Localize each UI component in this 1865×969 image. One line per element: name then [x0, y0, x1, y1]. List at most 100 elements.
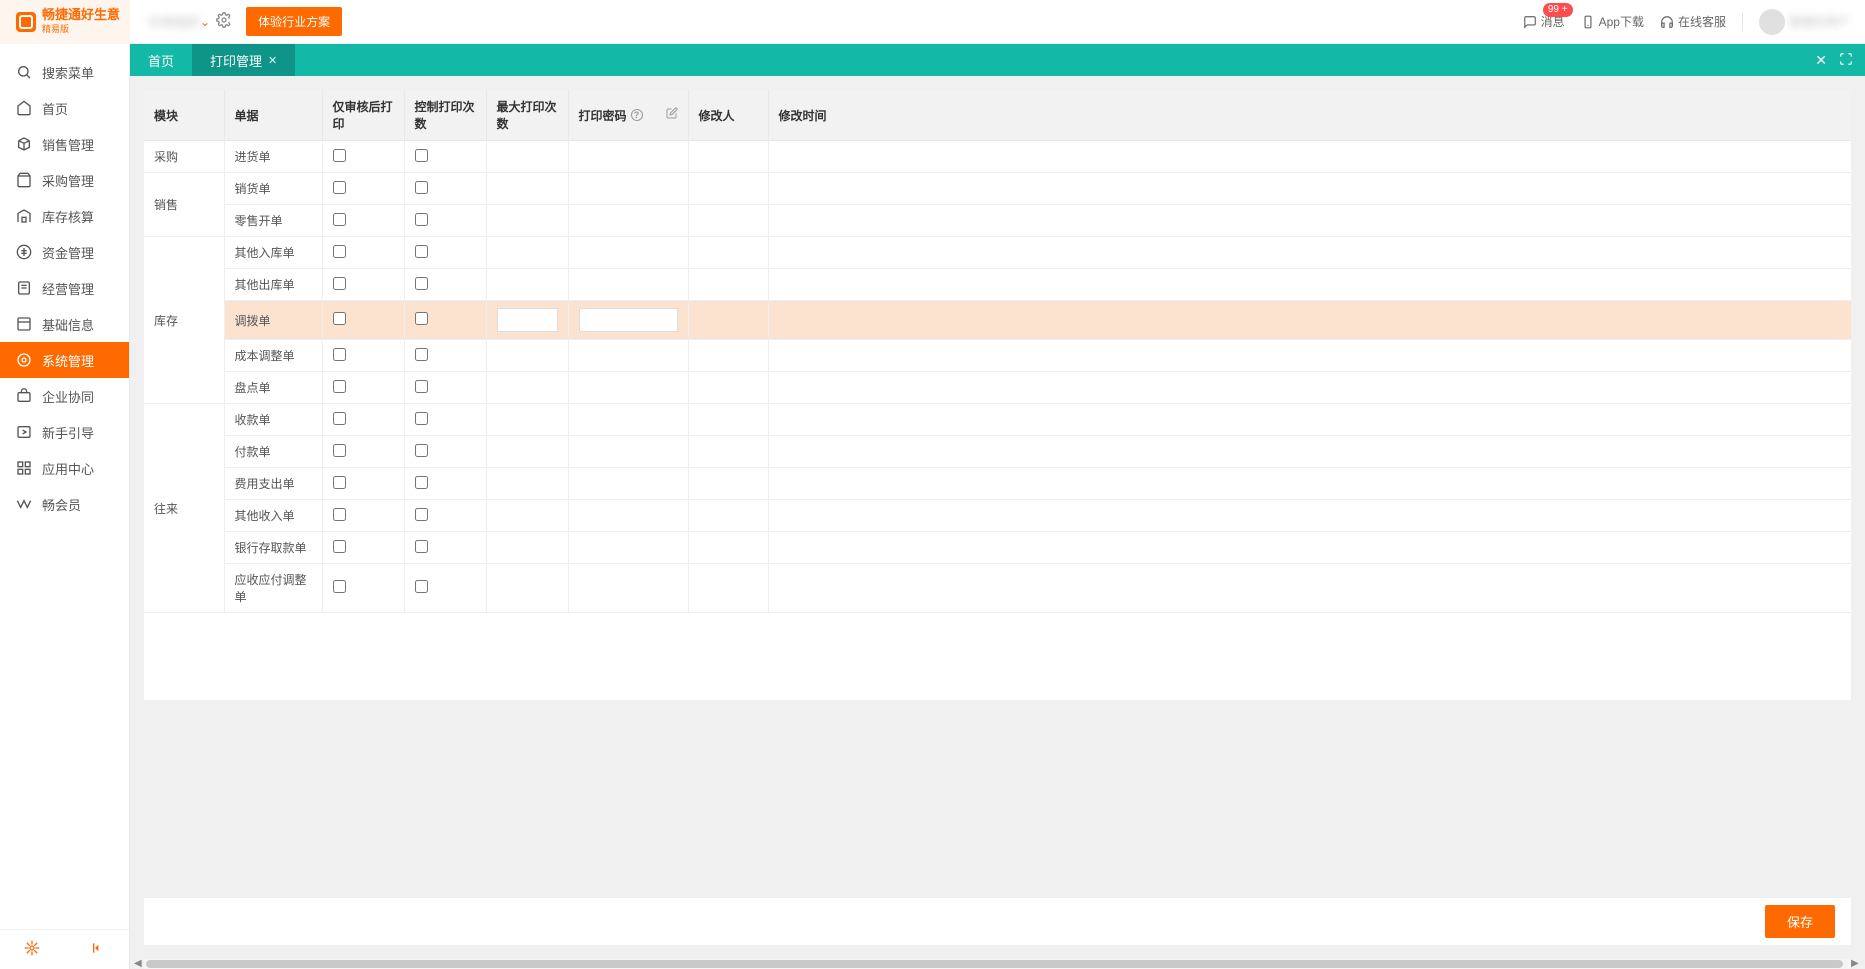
- scroll-right-icon[interactable]: ▶: [1851, 958, 1861, 969]
- control-checkbox[interactable]: [415, 540, 428, 553]
- org-selector[interactable]: 示例组织: [148, 12, 200, 31]
- tab-首页[interactable]: 首页: [130, 44, 192, 76]
- pwd-cell: [568, 237, 688, 269]
- table-row[interactable]: 调拨单: [144, 301, 1851, 340]
- sidebar: 搜索菜单首页销售管理采购管理库存核算资金管理经营管理基础信息系统管理企业协同新手…: [0, 44, 130, 969]
- tab-close-icon[interactable]: ✕: [268, 54, 277, 67]
- control-checkbox[interactable]: [415, 412, 428, 425]
- logo[interactable]: 畅捷通好生意 精易版: [0, 0, 130, 44]
- sidebar-footer: [0, 929, 129, 969]
- audit-cell: [322, 237, 404, 269]
- close-all-tabs-icon[interactable]: ✕: [1815, 52, 1827, 69]
- audit-checkbox[interactable]: [333, 245, 346, 258]
- audit-checkbox[interactable]: [333, 580, 346, 593]
- doc-cell: 银行存取款单: [224, 532, 322, 564]
- sidebar-item-search[interactable]: 搜索菜单: [0, 54, 129, 90]
- sidebar-item-member[interactable]: 畅会员: [0, 486, 129, 522]
- control-checkbox[interactable]: [415, 245, 428, 258]
- control-checkbox[interactable]: [415, 348, 428, 361]
- audit-checkbox[interactable]: [333, 277, 346, 290]
- collapse-icon[interactable]: [89, 940, 105, 959]
- doc-cell: 其他出库单: [224, 269, 322, 301]
- online-service-button[interactable]: 在线客服: [1660, 13, 1726, 30]
- control-checkbox[interactable]: [415, 476, 428, 489]
- audit-checkbox[interactable]: [333, 476, 346, 489]
- table-row[interactable]: 其他出库单: [144, 269, 1851, 301]
- industry-plan-button[interactable]: 体验行业方案: [246, 7, 342, 36]
- sidebar-item-basic[interactable]: 基础信息: [0, 306, 129, 342]
- sidebar-item-sales[interactable]: 销售管理: [0, 126, 129, 162]
- pwd-cell: [568, 141, 688, 173]
- control-checkbox[interactable]: [415, 277, 428, 290]
- control-checkbox[interactable]: [415, 508, 428, 521]
- control-checkbox[interactable]: [415, 444, 428, 457]
- table-row[interactable]: 采购进货单: [144, 141, 1851, 173]
- control-checkbox[interactable]: [415, 380, 428, 393]
- audit-checkbox[interactable]: [333, 181, 346, 194]
- audit-cell: [322, 404, 404, 436]
- table-row[interactable]: 成本调整单: [144, 340, 1851, 372]
- audit-checkbox[interactable]: [333, 540, 346, 553]
- table-row[interactable]: 付款单: [144, 436, 1851, 468]
- sidebar-item-home[interactable]: 首页: [0, 90, 129, 126]
- sidebar-item-apps[interactable]: 应用中心: [0, 450, 129, 486]
- control-cell: [404, 340, 486, 372]
- audit-checkbox[interactable]: [333, 348, 346, 361]
- control-cell: [404, 141, 486, 173]
- settings-icon[interactable]: [24, 940, 40, 959]
- scroll-left-icon[interactable]: ◀: [134, 958, 144, 969]
- max-cell: [486, 500, 568, 532]
- audit-checkbox[interactable]: [333, 149, 346, 162]
- sidebar-item-funds[interactable]: 资金管理: [0, 234, 129, 270]
- table-row[interactable]: 费用支出单: [144, 468, 1851, 500]
- help-icon[interactable]: ?: [631, 109, 643, 121]
- table-row[interactable]: 库存其他入库单: [144, 237, 1851, 269]
- user-menu[interactable]: 管理员用户: [1759, 9, 1849, 35]
- control-checkbox[interactable]: [415, 149, 428, 162]
- table-row[interactable]: 其他收入单: [144, 500, 1851, 532]
- sidebar-item-purchase[interactable]: 采购管理: [0, 162, 129, 198]
- chat-icon: [1523, 15, 1537, 29]
- chevron-down-icon[interactable]: ⌄: [200, 15, 210, 29]
- messages-button[interactable]: 消息 99 +: [1523, 13, 1565, 30]
- th-audit: 仅审核后打印: [322, 90, 404, 141]
- table-row[interactable]: 零售开单: [144, 205, 1851, 237]
- max-cell: [486, 301, 568, 340]
- table-row[interactable]: 往来收款单: [144, 404, 1851, 436]
- sidebar-item-coop[interactable]: 企业协同: [0, 378, 129, 414]
- mod-time-cell: [768, 205, 1851, 237]
- table-row[interactable]: 银行存取款单: [144, 532, 1851, 564]
- control-checkbox[interactable]: [415, 213, 428, 226]
- sidebar-item-stock[interactable]: 库存核算: [0, 198, 129, 234]
- audit-checkbox[interactable]: [333, 444, 346, 457]
- audit-checkbox[interactable]: [333, 312, 346, 325]
- sidebar-item-guide[interactable]: 新手引导: [0, 414, 129, 450]
- save-button[interactable]: 保存: [1765, 905, 1835, 938]
- tab-打印管理[interactable]: 打印管理✕: [192, 44, 295, 76]
- control-checkbox[interactable]: [415, 312, 428, 325]
- control-checkbox[interactable]: [415, 181, 428, 194]
- audit-checkbox[interactable]: [333, 213, 346, 226]
- control-cell: [404, 301, 486, 340]
- sidebar-item-business[interactable]: 经营管理: [0, 270, 129, 306]
- table-row[interactable]: 应收应付调整单: [144, 564, 1851, 613]
- control-cell: [404, 468, 486, 500]
- edit-icon[interactable]: [666, 107, 678, 122]
- horizontal-scrollbar[interactable]: ◀ ▶: [144, 959, 1851, 969]
- modifier-cell: [688, 269, 768, 301]
- modifier-cell: [688, 532, 768, 564]
- password-input[interactable]: [579, 308, 678, 332]
- sidebar-item-system[interactable]: 系统管理: [0, 342, 129, 378]
- control-checkbox[interactable]: [415, 580, 428, 593]
- fullscreen-icon[interactable]: [1839, 52, 1853, 69]
- gear-icon[interactable]: [216, 12, 232, 31]
- audit-checkbox[interactable]: [333, 380, 346, 393]
- max-count-input[interactable]: [497, 308, 558, 332]
- modifier-cell: [688, 301, 768, 340]
- table-row[interactable]: 盘点单: [144, 372, 1851, 404]
- table-row[interactable]: 销售销货单: [144, 173, 1851, 205]
- audit-checkbox[interactable]: [333, 508, 346, 521]
- audit-checkbox[interactable]: [333, 412, 346, 425]
- app-download-button[interactable]: App下载: [1581, 13, 1644, 30]
- modifier-cell: [688, 468, 768, 500]
